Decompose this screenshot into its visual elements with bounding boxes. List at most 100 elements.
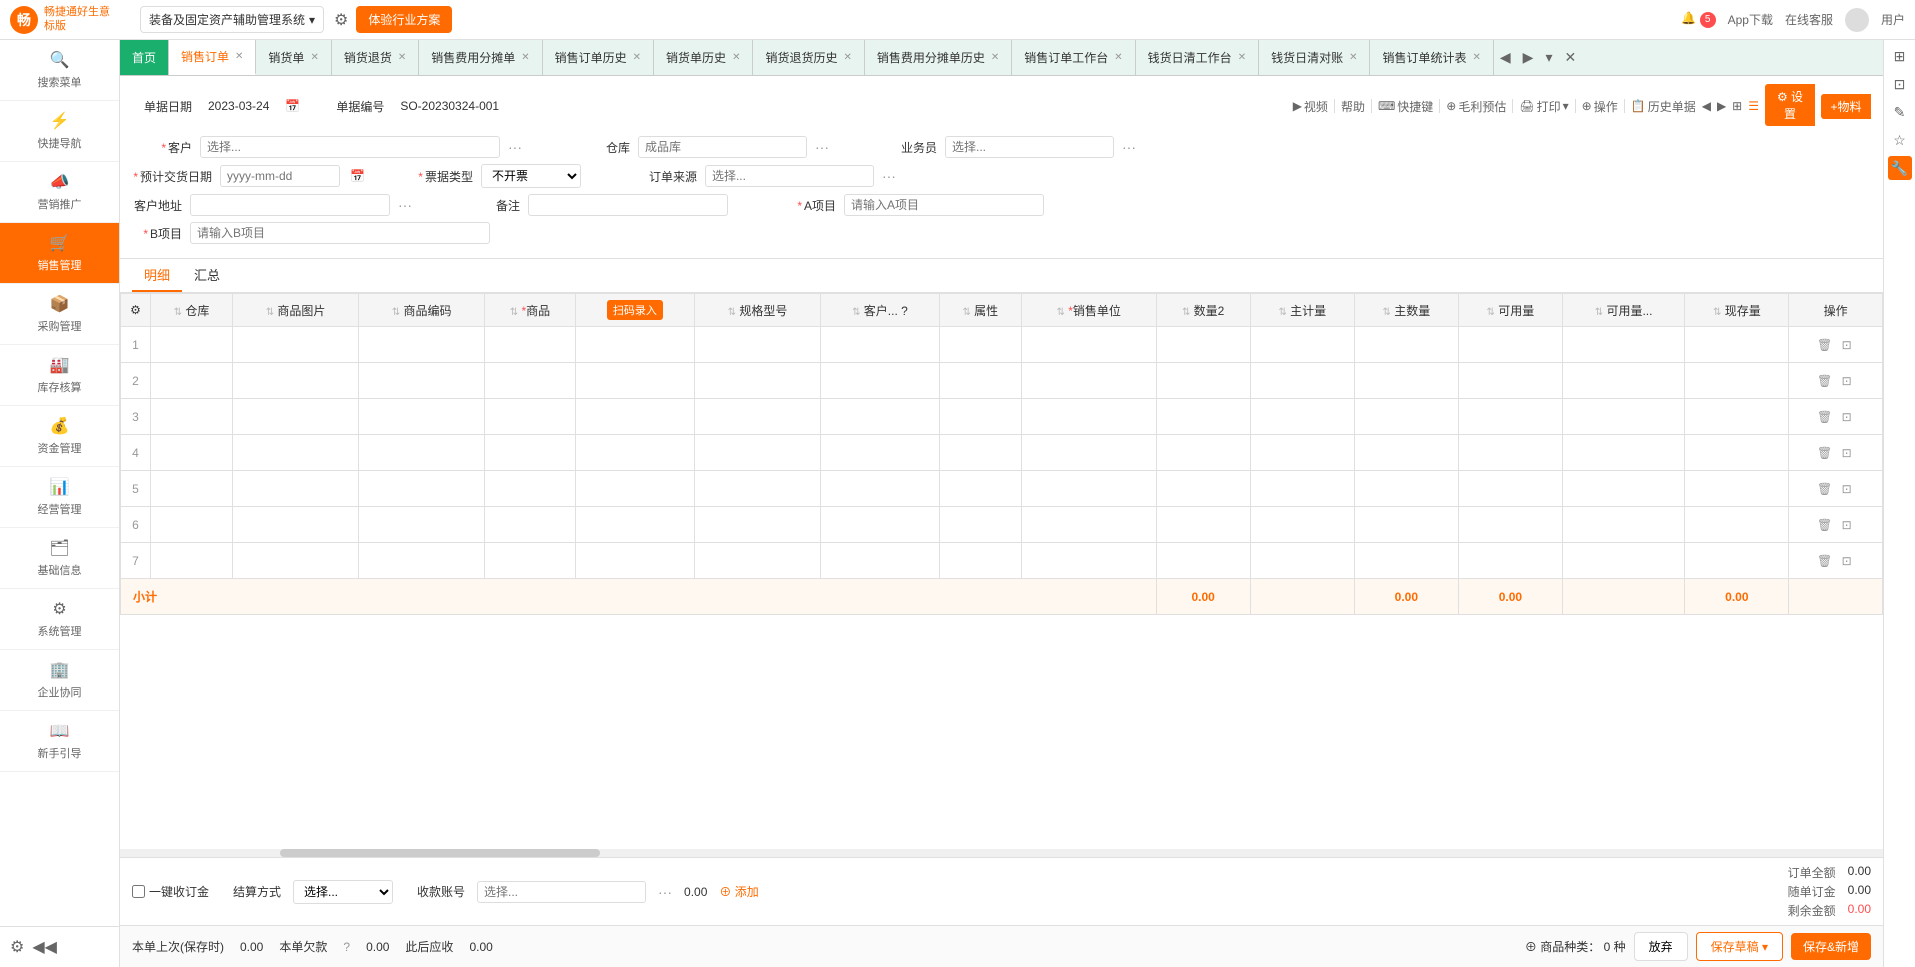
tab-daily[interactable]: 钱货日清工作台 ✕ <box>1136 40 1259 75</box>
row5-product[interactable] <box>485 471 576 507</box>
tab-reconcile[interactable]: 钱货日清对账 ✕ <box>1259 40 1370 75</box>
date-icon[interactable]: 📅 <box>350 169 365 183</box>
tab-close-sales-order[interactable]: ✕ <box>235 51 243 62</box>
tab-close-daily[interactable]: ✕ <box>1238 52 1246 63</box>
row4-code[interactable] <box>359 435 485 471</box>
tab-close-returns[interactable]: ✕ <box>398 52 406 63</box>
scrollbar-thumb[interactable] <box>280 849 600 857</box>
row1-product[interactable] <box>485 327 576 363</box>
row3-warehouse[interactable] <box>151 399 233 435</box>
row4-attribute[interactable] <box>939 435 1021 471</box>
collapse-icon[interactable]: ◀◀ <box>32 937 57 957</box>
row3-product[interactable] <box>485 399 576 435</box>
row5-spec[interactable] <box>695 471 821 507</box>
system-selector[interactable]: 装备及固定资产辅助管理系统 ▾ <box>140 6 324 33</box>
industry-btn[interactable]: 体验行业方案 <box>356 6 452 33</box>
save-draft-dropdown-icon[interactable]: ▾ <box>1762 940 1768 954</box>
row3-qty2[interactable] <box>1156 399 1250 435</box>
row4-qty2[interactable] <box>1156 435 1250 471</box>
tab-expense-history[interactable]: 销售费用分摊单历史 ✕ <box>865 40 1012 75</box>
row6-code[interactable] <box>359 507 485 543</box>
tab-close-goods-history[interactable]: ✕ <box>732 52 740 63</box>
save-draft-btn[interactable]: 保存草稿 ▾ <box>1696 932 1783 961</box>
row7-attribute[interactable] <box>939 543 1021 579</box>
row7-code[interactable] <box>359 543 485 579</box>
warehouse-input[interactable] <box>638 136 807 158</box>
row7-copy-btn[interactable]: ⊡ <box>1837 551 1857 571</box>
this-order-help[interactable]: ? <box>343 940 350 954</box>
tab-close-reconcile[interactable]: ✕ <box>1349 52 1357 63</box>
tab-home[interactable]: 首页 <box>120 40 169 75</box>
shortcut-btn[interactable]: ⌨ 快捷键 <box>1378 98 1433 115</box>
row1-qty2[interactable] <box>1156 327 1250 363</box>
row2-spec[interactable] <box>695 363 821 399</box>
col-settings[interactable]: ⚙ <box>121 294 151 327</box>
order-source-more-btn[interactable]: ··· <box>882 168 896 184</box>
row3-attribute[interactable] <box>939 399 1021 435</box>
row5-code[interactable] <box>359 471 485 507</box>
product-count-icon[interactable]: ⊕ <box>1525 940 1537 954</box>
row4-spec[interactable] <box>695 435 821 471</box>
row6-copy-btn[interactable]: ⊡ <box>1837 515 1857 535</box>
next-record-btn[interactable]: ▶ <box>1717 99 1726 113</box>
help-btn[interactable]: 帮助 <box>1341 98 1365 115</box>
row3-main-qty[interactable] <box>1354 399 1458 435</box>
row5-copy-btn[interactable]: ⊡ <box>1837 479 1857 499</box>
row6-main-unit[interactable] <box>1250 507 1354 543</box>
save-new-btn[interactable]: 保存&新增 <box>1791 933 1871 960</box>
tab-expense[interactable]: 销售费用分摊单 ✕ <box>419 40 542 75</box>
row2-customer-code[interactable] <box>821 363 940 399</box>
row1-delete-btn[interactable]: 🗑 <box>1815 335 1835 355</box>
right-tool-edit[interactable]: ✎ <box>1888 100 1912 124</box>
staff-more-btn[interactable]: ··· <box>1122 139 1136 155</box>
ticket-select[interactable]: 不开票 <box>481 164 581 188</box>
row7-qty2[interactable] <box>1156 543 1250 579</box>
horizontal-scrollbar[interactable] <box>120 849 1883 857</box>
grid-view-btn[interactable]: ⊞ <box>1732 99 1742 113</box>
right-tool-settings[interactable]: 🔧 <box>1888 156 1912 180</box>
right-tool-grid[interactable]: ⊞ <box>1888 44 1912 68</box>
row2-code[interactable] <box>359 363 485 399</box>
notification-bell[interactable]: 🔔 5 <box>1681 11 1715 28</box>
sidebar-item-sales[interactable]: 🛒 销售管理 <box>0 223 119 284</box>
tab-next-btn[interactable]: ▶ <box>1517 49 1540 66</box>
row5-main-unit[interactable] <box>1250 471 1354 507</box>
row5-warehouse[interactable] <box>151 471 233 507</box>
tab-close-order-history[interactable]: ✕ <box>633 52 641 63</box>
row1-main-unit[interactable] <box>1250 327 1354 363</box>
remark-input[interactable] <box>528 194 728 216</box>
sidebar-item-guide[interactable]: 📖 新手引导 <box>0 711 119 772</box>
tab-workbench[interactable]: 销售订单工作台 ✕ <box>1012 40 1135 75</box>
row4-customer-code[interactable] <box>821 435 940 471</box>
tab-close-all-btn[interactable]: ✕ <box>1558 49 1582 66</box>
one-click-label[interactable]: 一键收订金 <box>132 883 209 900</box>
add-payment-btn[interactable]: ⊕ 添加 <box>719 883 758 900</box>
row5-sales-unit[interactable] <box>1021 471 1156 507</box>
sidebar-item-basic[interactable]: 🗂 基础信息 <box>0 528 119 589</box>
row2-main-unit[interactable] <box>1250 363 1354 399</box>
row2-product[interactable] <box>485 363 576 399</box>
payment-account-more[interactable]: ··· <box>658 884 672 900</box>
user-avatar[interactable] <box>1845 8 1869 32</box>
b-project-input[interactable] <box>190 222 490 244</box>
row2-main-qty[interactable] <box>1354 363 1458 399</box>
sidebar-item-marketing[interactable]: 📣 营销推广 <box>0 162 119 223</box>
row5-main-qty[interactable] <box>1354 471 1458 507</box>
row4-warehouse[interactable] <box>151 435 233 471</box>
sidebar-item-inventory[interactable]: 🏭 库存核算 <box>0 345 119 406</box>
row7-delete-btn[interactable]: 🗑 <box>1815 551 1835 571</box>
right-tool-star[interactable]: ☆ <box>1888 128 1912 152</box>
row6-delete-btn[interactable]: 🗑 <box>1815 515 1835 535</box>
row6-sales-unit[interactable] <box>1021 507 1156 543</box>
additem-float-btn[interactable]: +物料 <box>1821 94 1871 119</box>
row7-main-qty[interactable] <box>1354 543 1458 579</box>
payment-method-select[interactable]: 选择... <box>293 880 393 904</box>
row1-customer-code[interactable] <box>821 327 940 363</box>
row4-main-unit[interactable] <box>1250 435 1354 471</box>
row3-customer-code[interactable] <box>821 399 940 435</box>
row5-delete-btn[interactable]: 🗑 <box>1815 479 1835 499</box>
address-input[interactable] <box>190 194 390 216</box>
one-click-checkbox[interactable] <box>132 885 145 898</box>
row6-customer-code[interactable] <box>821 507 940 543</box>
online-support-link[interactable]: 在线客服 <box>1785 11 1833 28</box>
